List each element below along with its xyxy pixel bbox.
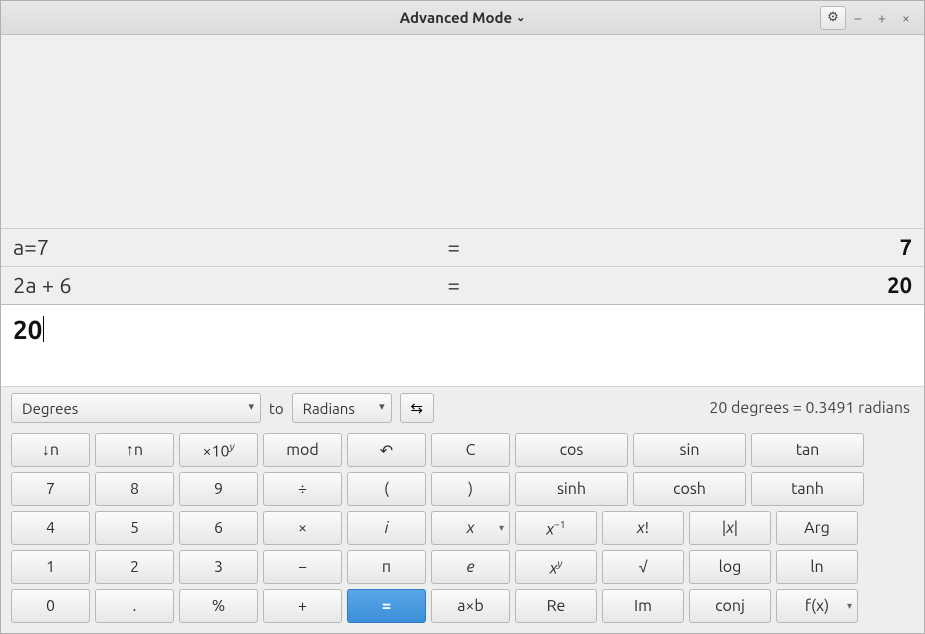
key-clear[interactable]: C: [431, 433, 510, 467]
key-plus[interactable]: +: [263, 589, 342, 623]
key-imaginary[interactable]: i: [347, 511, 426, 545]
titlebar: Advanced Mode ⌄ ⚙ – + ×: [1, 1, 924, 35]
mode-dropdown[interactable]: Advanced Mode ⌄: [400, 9, 526, 26]
key-paren-open[interactable]: (: [347, 472, 426, 506]
key-decimal[interactable]: .: [95, 589, 174, 623]
history-equals: =: [448, 235, 478, 260]
minimize-button[interactable]: –: [846, 6, 870, 30]
key-log[interactable]: log: [689, 550, 771, 584]
key-9[interactable]: 9: [179, 472, 258, 506]
key-tan[interactable]: tan: [751, 433, 864, 467]
key-cos[interactable]: cos: [515, 433, 628, 467]
maximize-icon: +: [878, 10, 886, 26]
key-inverse[interactable]: x−1: [515, 511, 597, 545]
expression-input[interactable]: 20: [1, 304, 924, 386]
history-expression: a=7: [13, 235, 448, 260]
key-ln[interactable]: ln: [776, 550, 858, 584]
chevron-down-icon: ▾: [847, 600, 852, 612]
text-cursor: [43, 316, 44, 342]
input-value: 20: [13, 315, 42, 344]
key-0[interactable]: 0: [11, 589, 90, 623]
close-button[interactable]: ×: [894, 6, 918, 30]
key-factorial[interactable]: x!: [602, 511, 684, 545]
chevron-down-icon: ⌄: [516, 11, 525, 24]
key-superscript[interactable]: ↑n: [95, 433, 174, 467]
key-mod[interactable]: mod: [263, 433, 342, 467]
swap-units-button[interactable]: ⇆: [400, 393, 434, 423]
history-result: 7: [478, 235, 913, 260]
history-result: 20: [478, 273, 913, 298]
key-subscript[interactable]: ↓n: [11, 433, 90, 467]
key-multiply[interactable]: ×: [263, 511, 342, 545]
key-percent[interactable]: %: [179, 589, 258, 623]
swap-icon: ⇆: [410, 399, 423, 417]
history-equals: =: [448, 273, 478, 298]
key-sinh[interactable]: sinh: [515, 472, 628, 506]
key-imag[interactable]: Im: [602, 589, 684, 623]
convert-to-select[interactable]: Radians: [292, 393, 392, 423]
undo-icon: ↶: [380, 441, 393, 460]
key-4[interactable]: 4: [11, 511, 90, 545]
key-power[interactable]: xy: [515, 550, 597, 584]
close-icon: ×: [902, 10, 910, 26]
minimize-icon: –: [855, 10, 862, 26]
convert-to-value: Radians: [303, 400, 355, 417]
maximize-button[interactable]: +: [870, 6, 894, 30]
key-factorize[interactable]: a×b: [431, 589, 510, 623]
key-6[interactable]: 6: [179, 511, 258, 545]
convert-from-select[interactable]: Degrees: [11, 393, 261, 423]
gear-icon: ⚙: [827, 10, 839, 25]
convert-result: 20 degrees = 0.3491 radians: [442, 399, 914, 417]
window-title: Advanced Mode: [400, 9, 513, 26]
key-8[interactable]: 8: [95, 472, 174, 506]
history-row[interactable]: 2a + 6 = 20: [1, 266, 924, 304]
key-sin[interactable]: sin: [633, 433, 746, 467]
key-2[interactable]: 2: [95, 550, 174, 584]
key-3[interactable]: 3: [179, 550, 258, 584]
key-x-dropdown[interactable]: x▾: [431, 511, 510, 545]
settings-button[interactable]: ⚙: [820, 6, 846, 30]
chevron-down-icon: ▾: [499, 522, 504, 534]
display-area: a=7 = 7 2a + 6 = 20 20: [1, 35, 924, 386]
history-row[interactable]: a=7 = 7: [1, 228, 924, 266]
unit-convert-bar: Degrees to Radians ⇆ 20 degrees = 0.3491…: [1, 386, 924, 429]
key-tanh[interactable]: tanh: [751, 472, 864, 506]
key-paren-close[interactable]: ): [431, 472, 510, 506]
key-conj[interactable]: conj: [689, 589, 771, 623]
key-abs[interactable]: |x|: [689, 511, 771, 545]
key-function-dropdown[interactable]: f(x)▾: [776, 589, 858, 623]
key-divide[interactable]: ÷: [263, 472, 342, 506]
history-expression: 2a + 6: [13, 273, 448, 298]
convert-from-value: Degrees: [22, 400, 78, 417]
key-5[interactable]: 5: [95, 511, 174, 545]
key-real[interactable]: Re: [515, 589, 597, 623]
convert-to-label: to: [269, 400, 284, 417]
key-sqrt[interactable]: √: [602, 550, 684, 584]
keypad: ↓n ↑n ×10y mod ↶ C cos sin tan 7 8 9 ÷ (…: [1, 429, 924, 633]
key-sci-exp[interactable]: ×10y: [179, 433, 258, 467]
key-7[interactable]: 7: [11, 472, 90, 506]
key-arg[interactable]: Arg: [776, 511, 858, 545]
key-undo[interactable]: ↶: [347, 433, 426, 467]
key-e[interactable]: e: [431, 550, 510, 584]
key-equals[interactable]: =: [347, 589, 426, 623]
key-1[interactable]: 1: [11, 550, 90, 584]
key-cosh[interactable]: cosh: [633, 472, 746, 506]
key-pi[interactable]: π: [347, 550, 426, 584]
key-minus[interactable]: −: [263, 550, 342, 584]
